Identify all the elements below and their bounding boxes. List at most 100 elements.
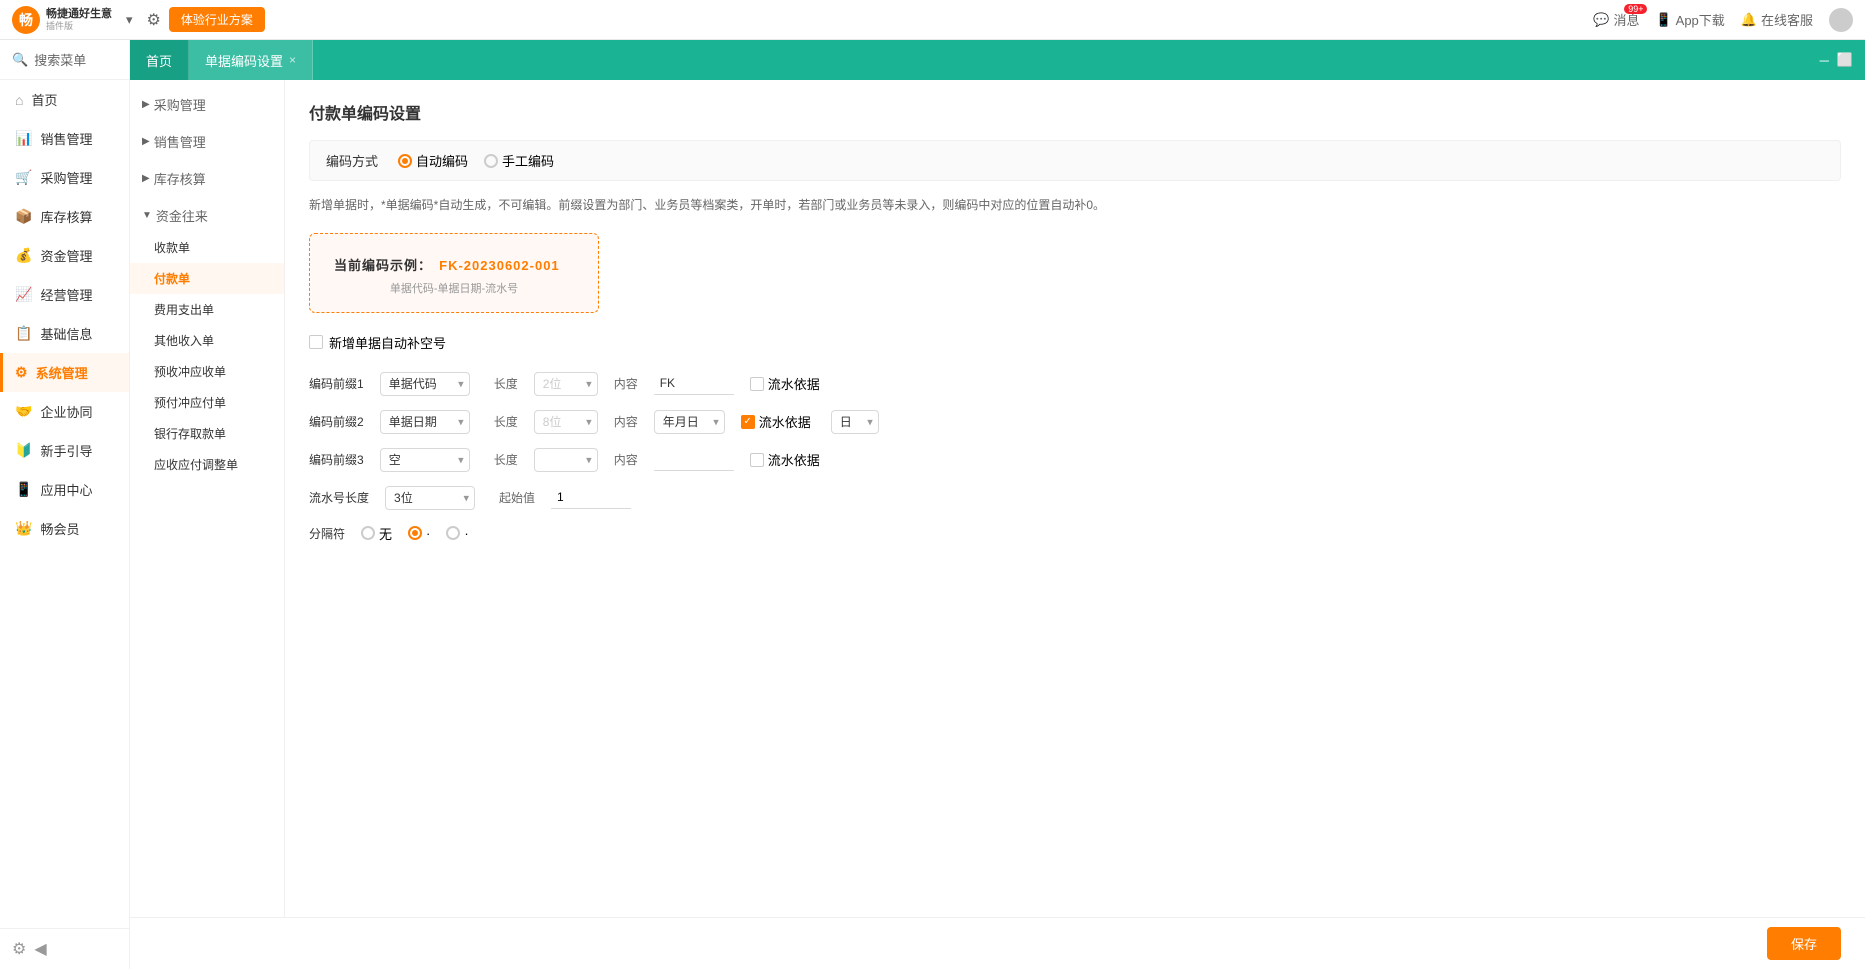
sidebar-item-system[interactable]: ⚙ 系统管理 bbox=[0, 353, 129, 392]
prefix1-length-select[interactable]: 2位 bbox=[534, 372, 598, 396]
sidebar-settings-icon[interactable]: ⚙ bbox=[12, 939, 26, 959]
prefix3-content-label: 内容 bbox=[614, 451, 638, 468]
top-bar: 畅 畅捷通好生意 插件版 ▾ ⚙ 体验行业方案 💬 消息 99+ 📱 App下载… bbox=[0, 0, 1865, 40]
finance-icon: 💰 bbox=[15, 247, 32, 264]
logo-line2: 插件版 bbox=[46, 21, 112, 32]
prefix3-serial-checkbox[interactable] bbox=[750, 453, 764, 467]
tab-encoding[interactable]: 单据编码设置 × bbox=[189, 40, 313, 80]
sub-nav-item-expense[interactable]: 费用支出单 bbox=[130, 294, 284, 325]
sidebar-collapse-icon[interactable]: ◀ bbox=[34, 939, 46, 959]
messages-button[interactable]: 💬 消息 99+ bbox=[1593, 10, 1639, 29]
cta-button[interactable]: 体验行业方案 bbox=[169, 7, 265, 32]
content-area: ▶ 采购管理 ▶ 销售管理 ▶ 库存核算 bbox=[130, 80, 1865, 917]
sidebar-search[interactable]: 🔍 搜索菜单 bbox=[0, 40, 129, 80]
sub-nav-group-inventory: ▶ 库存核算 bbox=[130, 162, 284, 195]
arrow-right-icon: ▶ bbox=[142, 173, 150, 184]
prefix3-select[interactable]: 空 bbox=[380, 448, 470, 472]
prefix2-content-label: 内容 bbox=[614, 413, 638, 430]
sidebar-item-operations[interactable]: 📈 经营管理 bbox=[0, 275, 129, 314]
dropdown-selector[interactable]: ▾ bbox=[120, 10, 139, 30]
content-right-wrapper: 首页 单据编码设置 × ─ ⬜ ▶ 采购管理 bbox=[130, 40, 1865, 969]
sub-nav-item-prepay-payable[interactable]: 预付冲应付单 bbox=[130, 387, 284, 418]
sidebar-item-inventory[interactable]: 📦 库存核算 bbox=[0, 197, 129, 236]
sub-nav-item-receivable-adjust[interactable]: 应收应付调整单 bbox=[130, 449, 284, 480]
prefix2-content-select-wrapper: 年月日 bbox=[654, 410, 725, 434]
auto-fill-checkbox[interactable] bbox=[309, 335, 323, 349]
sidebar-item-apps[interactable]: 📱 应用中心 bbox=[0, 470, 129, 509]
sidebar-item-sales[interactable]: 📊 销售管理 bbox=[0, 119, 129, 158]
logo-text: 畅捷通好生意 插件版 bbox=[46, 8, 112, 32]
tab-close-icon[interactable]: × bbox=[289, 53, 296, 67]
serial-start-input[interactable] bbox=[551, 486, 631, 509]
serial-length-select[interactable]: 3位 4位 5位 bbox=[385, 486, 475, 510]
separator-dash-radio[interactable]: · bbox=[446, 526, 468, 541]
sub-nav-group-label: 资金往来 bbox=[156, 206, 208, 225]
sidebar-nav: ⌂ 首页 📊 销售管理 🛒 采购管理 📦 库存核算 💰 资金管理 📈 经营 bbox=[0, 80, 129, 928]
encoding-method-label: 编码方式 bbox=[326, 151, 378, 170]
tab-home-label: 首页 bbox=[146, 51, 172, 70]
prefix2-length-select[interactable]: 8位 bbox=[534, 410, 598, 434]
separator-dot-radio[interactable]: · bbox=[408, 526, 430, 541]
sidebar-item-finance[interactable]: 💰 资金管理 bbox=[0, 236, 129, 275]
prefix1-label: 编码前缀1 bbox=[309, 375, 364, 392]
separator-dash-circle bbox=[446, 526, 460, 540]
online-service-button[interactable]: 🔔 在线客服 bbox=[1741, 10, 1813, 29]
sub-nav-item-other-income[interactable]: 其他收入单 bbox=[130, 325, 284, 356]
prefix1-content-label: 内容 bbox=[614, 375, 638, 392]
sidebar-item-enterprise[interactable]: 🤝 企业协同 bbox=[0, 392, 129, 431]
sub-nav-item-bank-deposit[interactable]: 银行存取款单 bbox=[130, 418, 284, 449]
tab-minimize-icon[interactable]: ─ bbox=[1820, 53, 1829, 68]
sidebar-item-label: 销售管理 bbox=[40, 129, 92, 148]
prefix3-length-select-wrapper bbox=[534, 448, 598, 472]
manual-encoding-radio[interactable]: 手工编码 bbox=[484, 151, 554, 170]
sidebar-item-label: 新手引导 bbox=[40, 441, 92, 460]
prefix1-length-select-wrapper: 2位 bbox=[534, 372, 598, 396]
sidebar-item-label: 采购管理 bbox=[40, 168, 92, 187]
sub-nav-item-receipt[interactable]: 收款单 bbox=[130, 232, 284, 263]
preview-label: 当前编码示例： bbox=[334, 258, 432, 273]
save-button[interactable]: 保存 bbox=[1767, 927, 1841, 960]
settings-icon[interactable]: ⚙ bbox=[147, 10, 161, 30]
sidebar-item-basic[interactable]: 📋 基础信息 bbox=[0, 314, 129, 353]
sub-nav-item-payment[interactable]: 付款单 bbox=[130, 263, 284, 294]
sub-nav-group-title-purchase[interactable]: ▶ 采购管理 bbox=[130, 88, 284, 121]
tab-maximize-icon[interactable]: ⬜ bbox=[1837, 52, 1853, 68]
auto-encoding-radio[interactable]: 自动编码 bbox=[398, 151, 468, 170]
sidebar-bottom: ⚙ ◀ bbox=[0, 928, 129, 969]
sidebar-item-home[interactable]: ⌂ 首页 bbox=[0, 80, 129, 119]
online-service-icon: 🔔 bbox=[1741, 12, 1757, 28]
operations-icon: 📈 bbox=[15, 286, 32, 303]
sidebar-item-purchase[interactable]: 🛒 采购管理 bbox=[0, 158, 129, 197]
encoding-method-row: 编码方式 自动编码 手工编码 bbox=[309, 140, 1841, 181]
prefix2-serial-checkbox[interactable]: ✓ bbox=[741, 415, 755, 429]
prefix2-day-select[interactable]: 日 月 年 bbox=[831, 410, 879, 434]
sub-nav-group-title-sales[interactable]: ▶ 销售管理 bbox=[130, 125, 284, 158]
enterprise-icon: 🤝 bbox=[15, 403, 32, 420]
dropdown-icon: ▾ bbox=[126, 12, 133, 28]
prefix1-content-value bbox=[654, 372, 734, 395]
app-download-button[interactable]: 📱 App下载 bbox=[1655, 10, 1724, 29]
prefix2-day-select-wrapper: 日 月 年 bbox=[831, 410, 879, 434]
preview-desc: 单据代码-单据日期-流水号 bbox=[334, 280, 574, 296]
sub-nav-item-prepay-receivable[interactable]: 预收冲应收单 bbox=[130, 356, 284, 387]
tab-home[interactable]: 首页 bbox=[130, 40, 189, 80]
prefix2-serial-label: 流水依据 bbox=[759, 412, 811, 431]
prefix3-select-wrapper: 空 bbox=[380, 448, 470, 472]
sub-nav-group-title-inventory[interactable]: ▶ 库存核算 bbox=[130, 162, 284, 195]
user-avatar[interactable] bbox=[1829, 8, 1853, 32]
prefix1-select-wrapper: 单据代码 bbox=[380, 372, 470, 396]
sidebar-item-members[interactable]: 👑 畅会员 bbox=[0, 509, 129, 548]
prefix2-select[interactable]: 单据日期 bbox=[380, 410, 470, 434]
manual-encoding-label: 手工编码 bbox=[502, 151, 554, 170]
preview-code-value: FK-20230602-001 bbox=[439, 258, 560, 273]
sidebar-item-label: 首页 bbox=[31, 90, 57, 109]
auto-fill-label: 新增单据自动补空号 bbox=[329, 333, 446, 352]
prefix3-length-select[interactable] bbox=[534, 448, 598, 472]
sidebar-item-guide[interactable]: 🔰 新手引导 bbox=[0, 431, 129, 470]
prefix2-content-select[interactable]: 年月日 bbox=[654, 410, 725, 434]
sub-nav-group-title-finance[interactable]: ▼ 资金往来 bbox=[130, 199, 284, 232]
separator-none-radio[interactable]: 无 bbox=[361, 524, 392, 543]
sidebar-item-label: 库存核算 bbox=[40, 207, 92, 226]
prefix1-select[interactable]: 单据代码 bbox=[380, 372, 470, 396]
prefix1-serial-checkbox[interactable] bbox=[750, 377, 764, 391]
